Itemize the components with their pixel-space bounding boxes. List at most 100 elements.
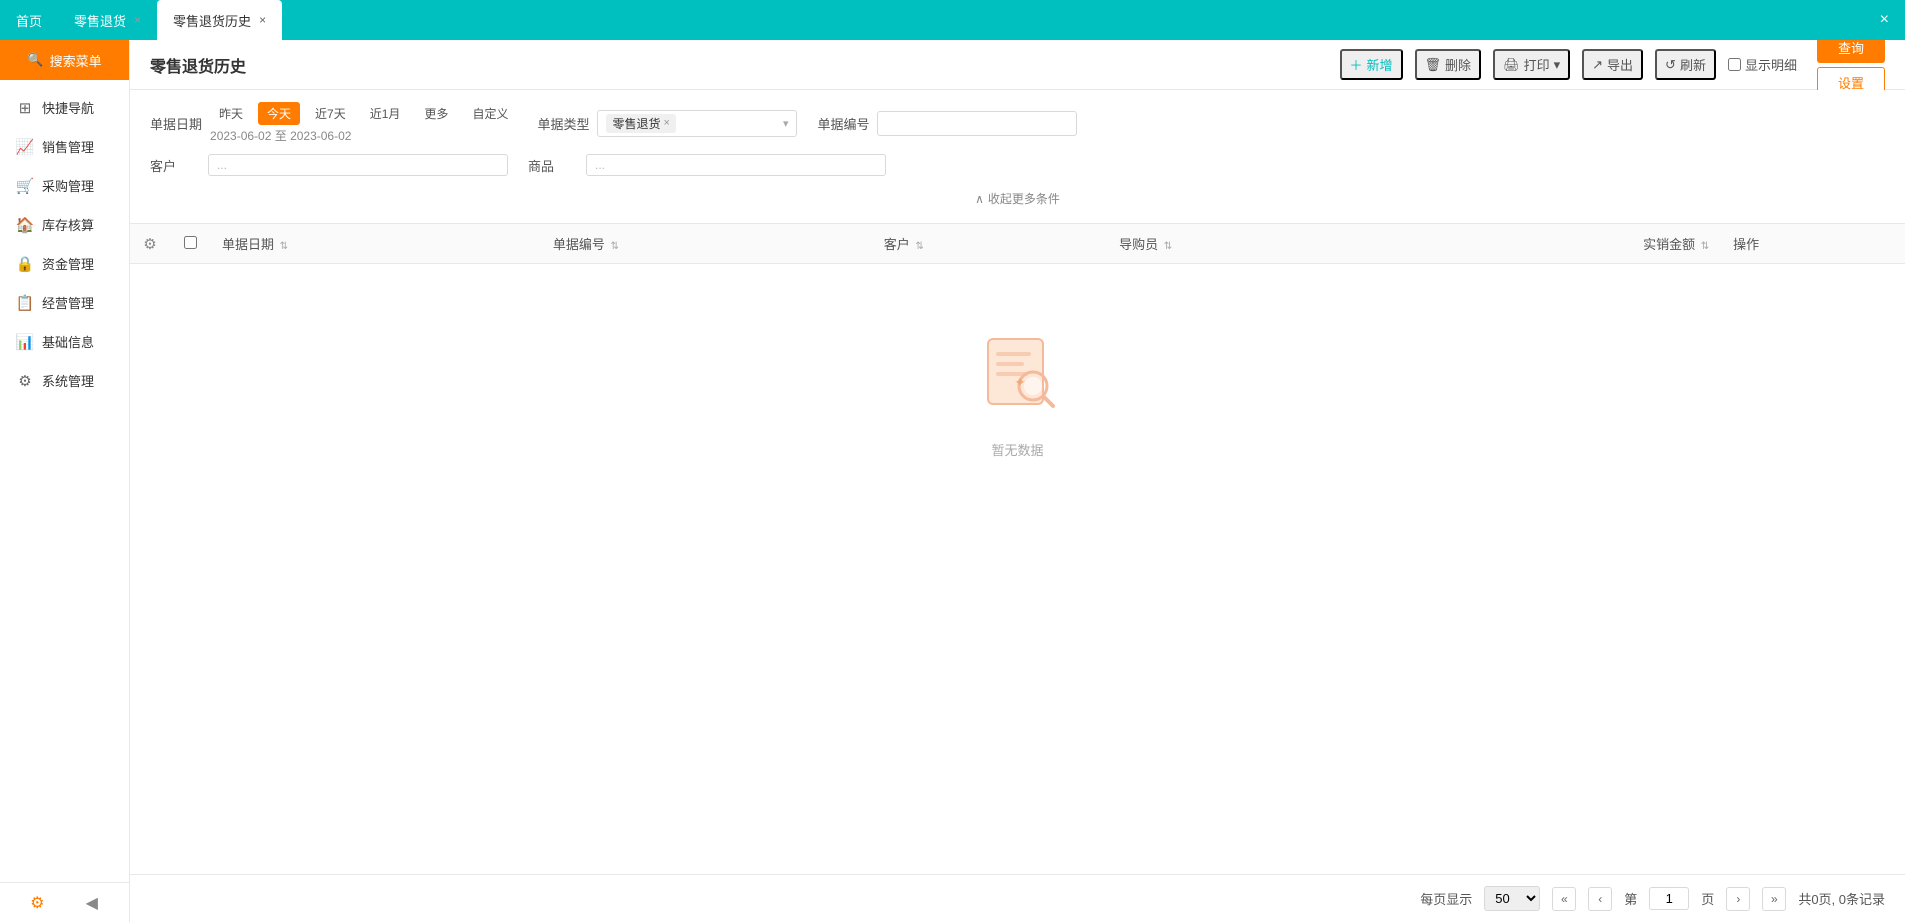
date-btn-last1month[interactable]: 近1月 xyxy=(361,102,410,125)
sidebar-search-label: 搜索菜单 xyxy=(50,51,102,70)
th-actual-amount-sort-icon: ⇅ xyxy=(1701,241,1709,252)
tab-home-label: 首页 xyxy=(16,11,42,30)
date-btn-yesterday[interactable]: 昨天 xyxy=(210,102,252,125)
sidebar-item-purchase-label: 采购管理 xyxy=(42,176,94,195)
sidebar-item-inventory[interactable]: 🏠 库存核算 xyxy=(0,205,129,244)
doc-type-label: 单据类型 xyxy=(537,114,589,133)
system-icon: ⚙ xyxy=(16,372,34,390)
doc-type-tag: 零售退货 × xyxy=(606,114,675,133)
tab-retail-return[interactable]: 零售退货 × xyxy=(58,0,157,40)
page-label-after: 页 xyxy=(1701,889,1714,908)
date-btn-more[interactable]: 更多 xyxy=(415,102,457,125)
pagination-bar: 每页显示 10 20 50 100 « ‹ 第 页 › » 共0页, 0条记录 xyxy=(130,874,1905,922)
date-btn-today[interactable]: 今天 xyxy=(258,102,300,125)
doc-type-tag-value: 零售退货 xyxy=(612,115,660,132)
th-actual-amount: 实销金额 ⇅ xyxy=(1390,224,1721,264)
sidebar-item-operations[interactable]: 📋 经营管理 xyxy=(0,283,129,322)
sidebar-item-purchase[interactable]: 🛒 采购管理 xyxy=(0,166,129,205)
customer-select[interactable]: ... xyxy=(208,154,508,176)
sidebar-item-basic-info[interactable]: 📊 基础信息 xyxy=(0,322,129,361)
next-page-icon: › xyxy=(1736,892,1740,906)
collapse-icon: ∧ xyxy=(975,192,984,206)
empty-state: ✦ 暂无数据 xyxy=(130,264,1905,519)
th-actions-label: 操作 xyxy=(1733,237,1759,252)
customer-placeholder: ... xyxy=(217,158,227,172)
th-actual-amount-label: 实销金额 xyxy=(1643,237,1695,252)
first-page-btn[interactable]: « xyxy=(1552,887,1576,911)
date-btn-last7[interactable]: 近7天 xyxy=(306,102,355,125)
tab-retail-return-history-close[interactable]: × xyxy=(259,13,266,27)
first-page-icon: « xyxy=(1561,892,1568,906)
goods-placeholder: ... xyxy=(595,158,605,172)
sidebar-nav: ⊞ 快捷导航 📈 销售管理 🛒 采购管理 🏠 库存核算 🔒 资金管理 📋 xyxy=(0,80,129,882)
tab-retail-return-close[interactable]: × xyxy=(134,13,141,27)
tab-home[interactable]: 首页 xyxy=(0,0,58,40)
refresh-button[interactable]: ↺ 刷新 xyxy=(1655,49,1716,80)
sidebar-item-system[interactable]: ⚙ 系统管理 xyxy=(0,361,129,400)
delete-button[interactable]: 🗑 删除 xyxy=(1415,49,1482,80)
filter-doc-type: 单据类型 零售退货 × ▾ xyxy=(537,110,797,137)
filter-goods: 商品 ... xyxy=(528,154,886,176)
add-button[interactable]: ＋ 新增 xyxy=(1340,49,1403,80)
sidebar-item-capital[interactable]: 🔒 资金管理 xyxy=(0,244,129,283)
sidebar-settings-btn[interactable]: ⚙ xyxy=(23,889,51,917)
goods-label: 商品 xyxy=(528,156,578,175)
sidebar-item-quick-nav[interactable]: ⊞ 快捷导航 xyxy=(0,88,129,127)
print-arrow-icon: ▾ xyxy=(1554,57,1561,73)
page-header: 零售退货历史 ＋ 新增 🗑 删除 🖨 打印 ▾ ↗ 导出 xyxy=(130,40,1905,90)
th-customer-label: 客户 xyxy=(884,237,910,252)
data-table: ⚙ 单据日期 ⇅ 单据编号 ⇅ xyxy=(130,224,1905,264)
tab-retail-return-history[interactable]: 零售退货历史 × xyxy=(157,0,282,40)
sidebar-search[interactable]: 🔍 搜索菜单 xyxy=(0,40,129,80)
filter-row-2: 客户 ... 商品 ... xyxy=(150,154,1885,176)
main-layout: 🔍 搜索菜单 ⊞ 快捷导航 📈 销售管理 🛒 采购管理 🏠 库存核算 🔒 xyxy=(0,40,1905,922)
display-detail-checkbox[interactable]: 显示明细 xyxy=(1728,55,1797,74)
page-title: 零售退货历史 xyxy=(150,53,246,77)
display-detail-input[interactable] xyxy=(1728,58,1741,71)
th-guide-label: 导购员 xyxy=(1119,237,1158,252)
page-size-select[interactable]: 10 20 50 100 xyxy=(1484,886,1540,911)
page-input[interactable] xyxy=(1649,887,1689,910)
th-actions: 操作 xyxy=(1721,224,1905,264)
export-button[interactable]: ↗ 导出 xyxy=(1582,49,1643,80)
th-doc-date-sort-icon: ⇅ xyxy=(280,241,288,252)
doc-type-select[interactable]: 零售退货 × ▾ xyxy=(597,110,797,137)
sidebar-collapse-btn[interactable]: ◀ xyxy=(78,889,106,917)
top-bar: 首页 零售退货 × 零售退货历史 × × xyxy=(0,0,1905,40)
goods-select[interactable]: ... xyxy=(586,154,886,176)
query-button[interactable]: 查询 xyxy=(1817,40,1885,63)
sidebar-item-capital-label: 资金管理 xyxy=(42,254,94,273)
sidebar-item-sales[interactable]: 📈 销售管理 xyxy=(0,127,129,166)
doc-type-tag-close[interactable]: × xyxy=(663,117,669,129)
print-icon: 🖨 xyxy=(1503,57,1520,73)
top-bar-close[interactable]: × xyxy=(1880,11,1905,29)
tab-bar: 首页 零售退货 × 零售退货历史 × xyxy=(0,0,1880,40)
last-page-btn[interactable]: » xyxy=(1762,887,1786,911)
tab-retail-return-label: 零售退货 xyxy=(74,11,126,30)
page-actions: ＋ 新增 🗑 删除 🖨 打印 ▾ ↗ 导出 ↺ 刷新 xyxy=(1340,40,1886,98)
column-settings-icon[interactable]: ⚙ xyxy=(143,236,156,253)
th-doc-no: 单据编号 ⇅ xyxy=(541,224,872,264)
print-button[interactable]: 🖨 打印 ▾ xyxy=(1493,49,1570,80)
th-doc-date: 单据日期 ⇅ xyxy=(210,224,541,264)
search-icon: 🔍 xyxy=(27,52,43,68)
filter-area: 单据日期 昨天 今天 近7天 近1月 更多 自定义 2023-06-02 至 2… xyxy=(130,90,1905,224)
date-btn-custom[interactable]: 自定义 xyxy=(463,102,517,125)
refresh-label: 刷新 xyxy=(1680,55,1706,74)
doc-no-label: 单据编号 xyxy=(817,114,869,133)
th-doc-no-label: 单据编号 xyxy=(553,237,605,252)
empty-text: 暂无数据 xyxy=(991,440,1043,459)
prev-page-icon: ‹ xyxy=(1598,892,1602,906)
select-all-checkbox[interactable] xyxy=(184,236,197,249)
empty-icon: ✦ xyxy=(968,324,1068,424)
table-wrapper: ⚙ 单据日期 ⇅ 单据编号 ⇅ xyxy=(130,224,1905,874)
next-page-btn[interactable]: › xyxy=(1726,887,1750,911)
th-customer-sort-icon: ⇅ xyxy=(915,241,923,252)
th-customer: 客户 ⇅ xyxy=(872,224,1107,264)
page-size-label: 每页显示 xyxy=(1420,889,1472,908)
prev-page-btn[interactable]: ‹ xyxy=(1588,887,1612,911)
collapse-button[interactable]: ∧ 收起更多条件 xyxy=(963,186,1072,211)
doc-no-input[interactable] xyxy=(877,111,1077,136)
quick-nav-icon: ⊞ xyxy=(16,99,34,117)
inventory-icon: 🏠 xyxy=(16,216,34,234)
